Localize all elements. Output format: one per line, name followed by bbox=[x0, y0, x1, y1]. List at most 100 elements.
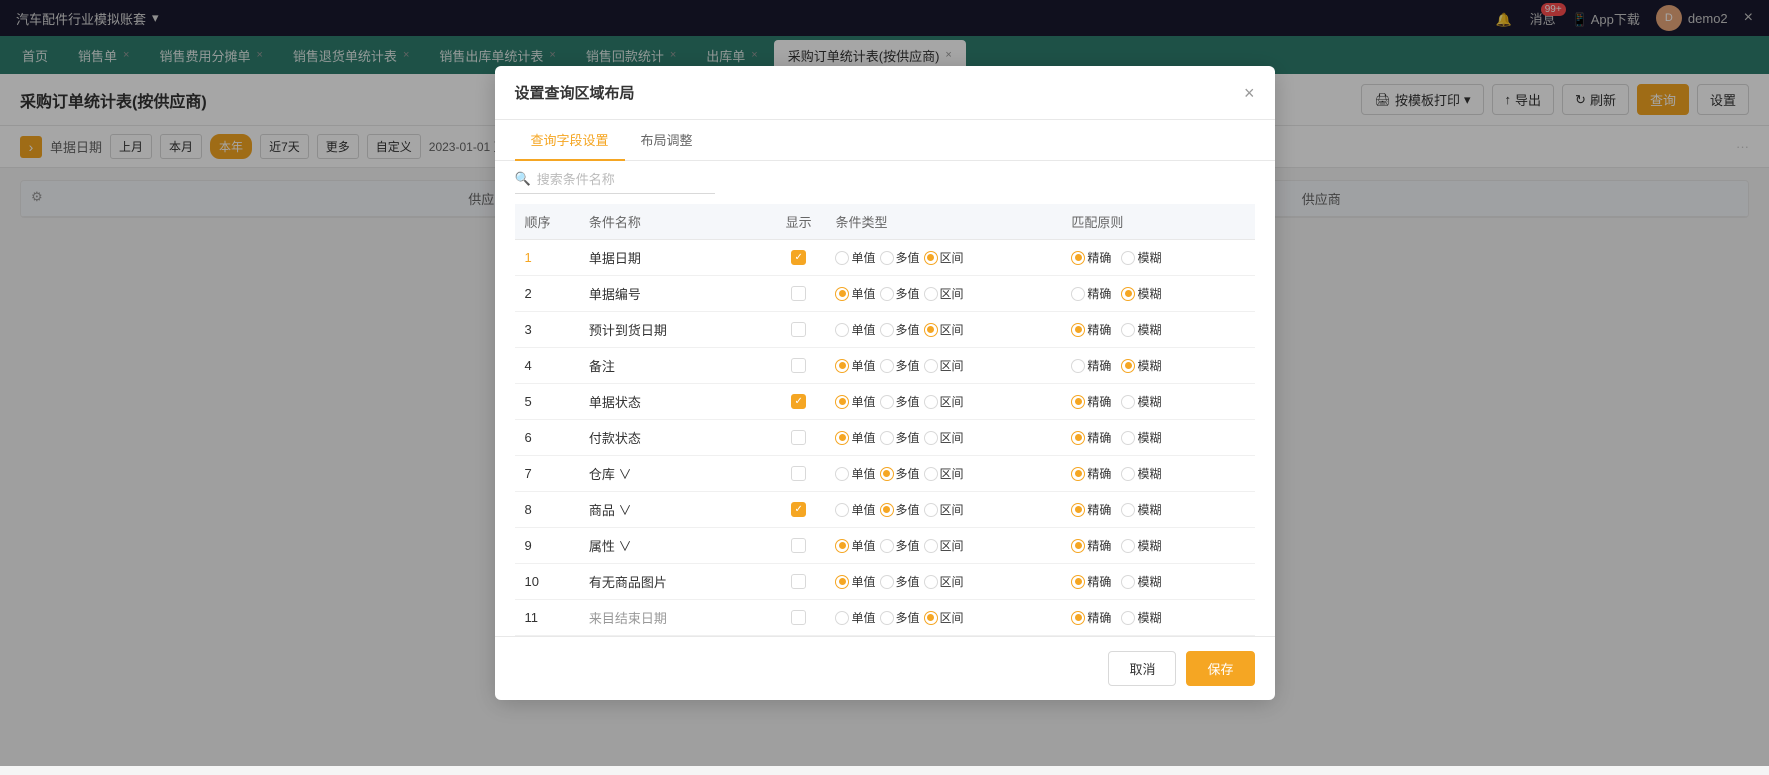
type-radio-2[interactable]: 区间 bbox=[924, 321, 964, 338]
match-radio-1[interactable]: 模糊 bbox=[1121, 393, 1161, 410]
type-radio-0[interactable]: 单值 bbox=[835, 501, 875, 518]
type-radio-2[interactable]: 区间 bbox=[924, 609, 964, 626]
display-checkbox[interactable] bbox=[791, 538, 806, 553]
search-input[interactable] bbox=[537, 172, 697, 187]
name-cell: 预计到货日期 bbox=[579, 312, 772, 348]
display-checkbox[interactable] bbox=[791, 394, 806, 409]
radio-label: 区间 bbox=[940, 393, 964, 410]
type-radio-1[interactable]: 多值 bbox=[880, 501, 920, 518]
type-radio-2[interactable]: 区间 bbox=[924, 537, 964, 554]
type-radio-1[interactable]: 多值 bbox=[880, 609, 920, 626]
match-radio-1[interactable]: 模糊 bbox=[1121, 573, 1161, 590]
match-radio-1[interactable]: 模糊 bbox=[1121, 285, 1161, 302]
type-radio-1[interactable]: 多值 bbox=[880, 321, 920, 338]
display-checkbox[interactable] bbox=[791, 250, 806, 265]
match-radio-1[interactable]: 模糊 bbox=[1121, 537, 1161, 554]
match-radio-0[interactable]: 精确 bbox=[1071, 609, 1111, 626]
type-radio-2[interactable]: 区间 bbox=[924, 465, 964, 482]
table-row: 4备注 单值 多值 区间 精确 模糊 bbox=[515, 348, 1255, 384]
match-radio-0[interactable]: 精确 bbox=[1071, 573, 1111, 590]
type-radio-2[interactable]: 区间 bbox=[924, 429, 964, 446]
type-radio-0[interactable]: 单值 bbox=[835, 573, 875, 590]
type-radio-0[interactable]: 单值 bbox=[835, 285, 875, 302]
match-radio-0[interactable]: 精确 bbox=[1071, 465, 1111, 482]
display-cell[interactable] bbox=[772, 492, 826, 528]
type-radio-1[interactable]: 多值 bbox=[880, 357, 920, 374]
type-radio-0[interactable]: 单值 bbox=[835, 609, 875, 626]
match-radio-0[interactable]: 精确 bbox=[1071, 285, 1111, 302]
display-cell[interactable] bbox=[772, 528, 826, 564]
match-label: 精确 bbox=[1087, 537, 1111, 554]
display-checkbox[interactable] bbox=[791, 574, 806, 589]
match-radio-1[interactable]: 模糊 bbox=[1121, 249, 1161, 266]
radio-circle bbox=[835, 503, 849, 517]
match-label: 模糊 bbox=[1137, 249, 1161, 266]
match-radio-circle bbox=[1071, 503, 1085, 517]
display-cell[interactable] bbox=[772, 420, 826, 456]
type-radio-1[interactable]: 多值 bbox=[880, 393, 920, 410]
match-radio-1[interactable]: 模糊 bbox=[1121, 357, 1161, 374]
match-radio-1[interactable]: 模糊 bbox=[1121, 501, 1161, 518]
match-radio-0[interactable]: 精确 bbox=[1071, 321, 1111, 338]
radio-label: 单值 bbox=[851, 501, 875, 518]
type-radio-2[interactable]: 区间 bbox=[924, 393, 964, 410]
type-radio-0[interactable]: 单值 bbox=[835, 321, 875, 338]
display-checkbox[interactable] bbox=[791, 286, 806, 301]
match-radio-1[interactable]: 模糊 bbox=[1121, 465, 1161, 482]
modal-close-btn[interactable]: × bbox=[1244, 84, 1255, 102]
type-radio-0[interactable]: 单值 bbox=[835, 393, 875, 410]
display-cell[interactable] bbox=[772, 600, 826, 636]
cancel-btn[interactable]: 取消 bbox=[1108, 651, 1176, 686]
radio-circle bbox=[924, 431, 938, 445]
match-radio-circle bbox=[1071, 539, 1085, 553]
match-radio-0[interactable]: 精确 bbox=[1071, 501, 1111, 518]
display-checkbox[interactable] bbox=[791, 610, 806, 625]
display-checkbox[interactable] bbox=[791, 358, 806, 373]
display-cell[interactable] bbox=[772, 456, 826, 492]
match-radio-1[interactable]: 模糊 bbox=[1121, 609, 1161, 626]
match-radio-0[interactable]: 精确 bbox=[1071, 393, 1111, 410]
col-type-header: 条件类型 bbox=[825, 204, 1061, 240]
type-radio-2[interactable]: 区间 bbox=[924, 249, 964, 266]
save-btn[interactable]: 保存 bbox=[1186, 651, 1254, 686]
radio-circle bbox=[924, 251, 938, 265]
type-radio-2[interactable]: 区间 bbox=[924, 501, 964, 518]
tab-query-fields[interactable]: 查询字段设置 bbox=[515, 120, 625, 161]
match-radio-0[interactable]: 精确 bbox=[1071, 357, 1111, 374]
type-cell: 单值 多值 区间 bbox=[825, 564, 1061, 600]
display-cell[interactable] bbox=[772, 348, 826, 384]
match-radio-1[interactable]: 模糊 bbox=[1121, 429, 1161, 446]
radio-circle bbox=[880, 287, 894, 301]
type-radio-0[interactable]: 单值 bbox=[835, 537, 875, 554]
type-radio-1[interactable]: 多值 bbox=[880, 429, 920, 446]
match-radio-0[interactable]: 精确 bbox=[1071, 249, 1111, 266]
type-radio-0[interactable]: 单值 bbox=[835, 465, 875, 482]
tab-layout-adjust[interactable]: 布局调整 bbox=[625, 120, 709, 161]
match-radio-0[interactable]: 精确 bbox=[1071, 429, 1111, 446]
display-cell[interactable] bbox=[772, 564, 826, 600]
display-checkbox[interactable] bbox=[791, 430, 806, 445]
match-radio-0[interactable]: 精确 bbox=[1071, 537, 1111, 554]
display-cell[interactable] bbox=[772, 240, 826, 276]
match-label: 模糊 bbox=[1137, 393, 1161, 410]
type-radio-1[interactable]: 多值 bbox=[880, 573, 920, 590]
display-checkbox[interactable] bbox=[791, 466, 806, 481]
display-cell[interactable] bbox=[772, 276, 826, 312]
radio-circle bbox=[835, 395, 849, 409]
type-radio-0[interactable]: 单值 bbox=[835, 249, 875, 266]
match-radio-1[interactable]: 模糊 bbox=[1121, 321, 1161, 338]
display-cell[interactable] bbox=[772, 384, 826, 420]
display-checkbox[interactable] bbox=[791, 502, 806, 517]
type-radio-2[interactable]: 区间 bbox=[924, 285, 964, 302]
type-radio-0[interactable]: 单值 bbox=[835, 357, 875, 374]
type-radio-1[interactable]: 多值 bbox=[880, 465, 920, 482]
order-cell: 2 bbox=[515, 276, 579, 312]
type-radio-1[interactable]: 多值 bbox=[880, 249, 920, 266]
type-radio-0[interactable]: 单值 bbox=[835, 429, 875, 446]
display-cell[interactable] bbox=[772, 312, 826, 348]
type-radio-2[interactable]: 区间 bbox=[924, 357, 964, 374]
type-radio-1[interactable]: 多值 bbox=[880, 285, 920, 302]
display-checkbox[interactable] bbox=[791, 322, 806, 337]
type-radio-2[interactable]: 区间 bbox=[924, 573, 964, 590]
type-radio-1[interactable]: 多值 bbox=[880, 537, 920, 554]
